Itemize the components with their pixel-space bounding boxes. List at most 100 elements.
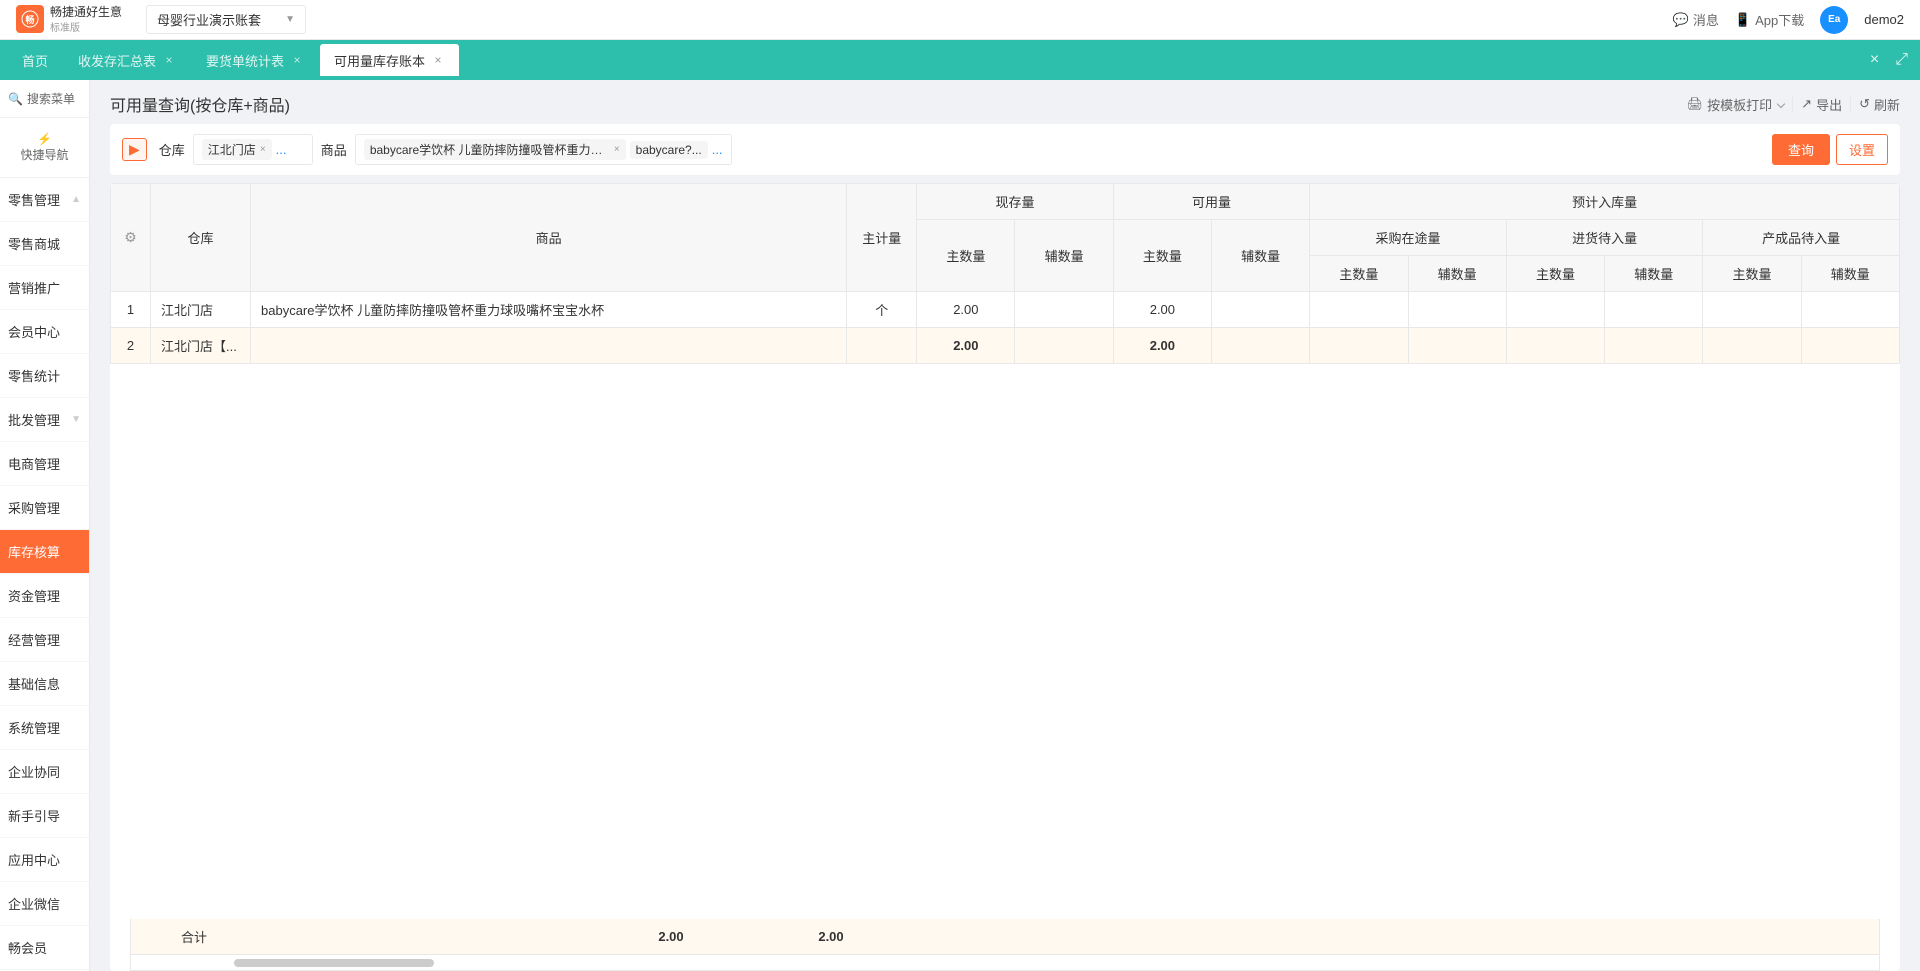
app-download-label: App下载	[1755, 10, 1804, 29]
sidebar-item-wholesale-arrow: ▼	[71, 414, 81, 425]
logo-subtitle: 标准版	[50, 19, 122, 34]
th-purchase-intransit: 采购在途量	[1310, 220, 1507, 256]
tab-order-stats-close[interactable]: ×	[290, 53, 304, 67]
sidebar-item-new-guide[interactable]: 新手引导	[0, 794, 89, 838]
refresh-icon: ↺	[1859, 96, 1870, 112]
sidebar-quick-nav[interactable]: ⚡ 快捷导航	[0, 118, 89, 178]
th-available-main: 主数量	[1113, 220, 1211, 292]
row1-purchase-main	[1310, 292, 1408, 328]
sidebar-item-app-center[interactable]: 应用中心	[0, 838, 89, 882]
warehouse-tag: 江北门店 ×	[202, 139, 272, 160]
logo-title: 畅捷通好生意	[50, 5, 122, 19]
th-current-stock: 现存量	[917, 184, 1114, 220]
sidebar-item-enterprise-collab-label: 企业协同	[8, 762, 60, 781]
tab-order-stats[interactable]: 要货单统计表 ×	[192, 44, 318, 76]
row1-productpending-main	[1703, 292, 1801, 328]
top-bar-left: 畅 畅捷通好生意 标准版 母婴行业演示账套 ▼	[16, 5, 306, 34]
row2-unit	[847, 328, 917, 364]
sidebar-search-label: 搜索菜单	[27, 90, 75, 107]
top-bar-right: 💬 消息 📱 App下载 Ea demo2	[1673, 6, 1904, 34]
product-tag-1: babycare学饮杯 儿童防摔防撞吸管杯重力球吸嘴杯宝宝水杯 ×	[364, 139, 626, 160]
sidebar-item-wholesale-mgmt-label: 批发管理	[8, 410, 60, 429]
row1-current-main: 2.00	[917, 292, 1015, 328]
warehouse-tag-close[interactable]: ×	[260, 144, 266, 155]
footer-total-current-main: 2.00	[631, 929, 711, 944]
tab-bar-right: × ⤢	[1866, 47, 1912, 73]
filter-toggle-btn[interactable]: ▶	[122, 138, 147, 161]
sidebar-item-enterprise-wechat-label: 企业微信	[8, 894, 60, 913]
refresh-label: 刷新	[1874, 95, 1900, 114]
sidebar-item-enterprise-collab[interactable]: 企业协同	[0, 750, 89, 794]
refresh-btn[interactable]: ↺ 刷新	[1859, 95, 1900, 114]
template-print-btn[interactable]: 🖨 按模板打印	[1687, 95, 1785, 114]
actions-divider-1	[1792, 96, 1793, 112]
tab-available-inventory-close[interactable]: ×	[431, 53, 445, 67]
sidebar-item-retail-mgmt[interactable]: 零售管理 ▲	[0, 178, 89, 222]
th-current-aux: 辅数量	[1015, 220, 1113, 292]
tab-expand-btn[interactable]: ⤢	[1891, 47, 1912, 73]
sidebar-nav-item-quicknav[interactable]: ⚡ 快捷导航	[0, 124, 89, 171]
tab-receive-send[interactable]: 收发存汇总表 ×	[64, 44, 190, 76]
tab-home[interactable]: 首页	[8, 44, 62, 76]
sidebar-item-system-mgmt[interactable]: 系统管理	[0, 706, 89, 750]
logo-text-area: 畅捷通好生意 标准版	[50, 5, 122, 34]
sidebar-item-purchase-mgmt[interactable]: 采购管理	[0, 486, 89, 530]
product-filter-input[interactable]: babycare学饮杯 儿童防摔防撞吸管杯重力球吸嘴杯宝宝水杯 × babyca…	[355, 134, 732, 165]
th-settings: ⚙	[111, 184, 151, 292]
row2-pendingin-aux	[1605, 328, 1703, 364]
sidebar-item-app-center-label: 应用中心	[8, 850, 60, 869]
tab-receive-send-close[interactable]: ×	[162, 53, 176, 67]
company-name: 母婴行业演示账套	[157, 10, 261, 29]
svg-text:畅: 畅	[25, 14, 34, 25]
sidebar-item-retail-stats[interactable]: 零售统计	[0, 354, 89, 398]
product-tag-1-close[interactable]: ×	[614, 144, 620, 155]
th-product-pending-in: 产成品待入量	[1703, 220, 1900, 256]
sidebar-search[interactable]: 🔍 搜索菜单	[0, 80, 89, 118]
sidebar-item-basic-info[interactable]: 基础信息	[0, 662, 89, 706]
th-pendingin-aux: 辅数量	[1605, 256, 1703, 292]
filter-bar: ▶ 仓库 江北门店 × ... 商品 babycare学饮杯 儿童防摔防撞吸管杯…	[110, 124, 1900, 175]
tab-available-inventory[interactable]: 可用量库存账本 ×	[320, 44, 459, 76]
product-tag-1-value: babycare学饮杯 儿童防摔防撞吸管杯重力球吸嘴杯宝宝水杯	[370, 141, 610, 158]
query-btn[interactable]: 查询	[1772, 134, 1830, 165]
row1-productpending-aux	[1801, 292, 1899, 328]
sidebar-item-ecom-mgmt[interactable]: 电商管理	[0, 442, 89, 486]
export-btn[interactable]: ↗ 导出	[1801, 95, 1842, 114]
company-selector[interactable]: 母婴行业演示账套 ▼	[146, 5, 306, 34]
sidebar-item-wholesale-mgmt[interactable]: 批发管理 ▼	[0, 398, 89, 442]
template-print-chevron	[1777, 100, 1785, 108]
product-filter-ellipsis[interactable]: ...	[712, 142, 723, 157]
scroll-thumb[interactable]	[234, 959, 434, 967]
sidebar-item-retail-mall[interactable]: 零售商城	[0, 222, 89, 266]
message-action[interactable]: 💬 消息	[1673, 10, 1719, 29]
page-actions: 🖨 按模板打印 ↗ 导出 ↺ 刷新	[1687, 95, 1900, 114]
settings-btn[interactable]: 设置	[1836, 134, 1888, 165]
sidebar-item-free-member[interactable]: 畅会员	[0, 926, 89, 970]
export-icon: ↗	[1801, 96, 1812, 112]
table-settings-icon[interactable]: ⚙	[124, 229, 137, 245]
sidebar-item-finance-mgmt-label: 资金管理	[8, 586, 60, 605]
sidebar-menu: 零售管理 ▲ 零售商城 营销推广 会员中心 零售统计 批发管理 ▼ 电商管理	[0, 178, 89, 971]
sidebar-item-inventory-check[interactable]: 库存核算	[0, 530, 89, 574]
sidebar-item-member-center[interactable]: 会员中心	[0, 310, 89, 354]
sidebar-item-marketing[interactable]: 营销推广	[0, 266, 89, 310]
page-header: 可用量查询(按仓库+商品) 🖨 按模板打印 ↗ 导出 ↺ 刷新	[90, 80, 1920, 124]
warehouse-filter-input[interactable]: 江北门店 × ...	[193, 134, 313, 165]
sidebar-item-enterprise-wechat[interactable]: 企业微信	[0, 882, 89, 926]
actions-divider-2	[1850, 96, 1851, 112]
sidebar-item-system-mgmt-label: 系统管理	[8, 718, 60, 737]
warehouse-filter-ellipsis[interactable]: ...	[276, 142, 287, 157]
tab-close-all-btn[interactable]: ×	[1866, 47, 1883, 73]
quicknav-label: 快捷导航	[20, 146, 68, 163]
th-pending-in: 进货待入量	[1506, 220, 1703, 256]
filter-group: 仓库 江北门店 × ... 商品 babycare学饮杯 儿童防摔防撞吸管杯重力…	[159, 134, 1760, 165]
table-row: 2 江北门店【... 2.00 2.00	[111, 328, 1900, 364]
row2-purchase-main	[1310, 328, 1408, 364]
sidebar-item-free-member-label: 畅会员	[8, 938, 47, 957]
sidebar-item-finance-mgmt[interactable]: 资金管理	[0, 574, 89, 618]
sidebar-item-ops-mgmt[interactable]: 经营管理	[0, 618, 89, 662]
user-name[interactable]: demo2	[1864, 12, 1904, 27]
sidebar-item-marketing-label: 营销推广	[8, 278, 60, 297]
horizontal-scrollbar[interactable]	[130, 955, 1880, 971]
app-download-action[interactable]: 📱 App下载	[1735, 10, 1804, 29]
